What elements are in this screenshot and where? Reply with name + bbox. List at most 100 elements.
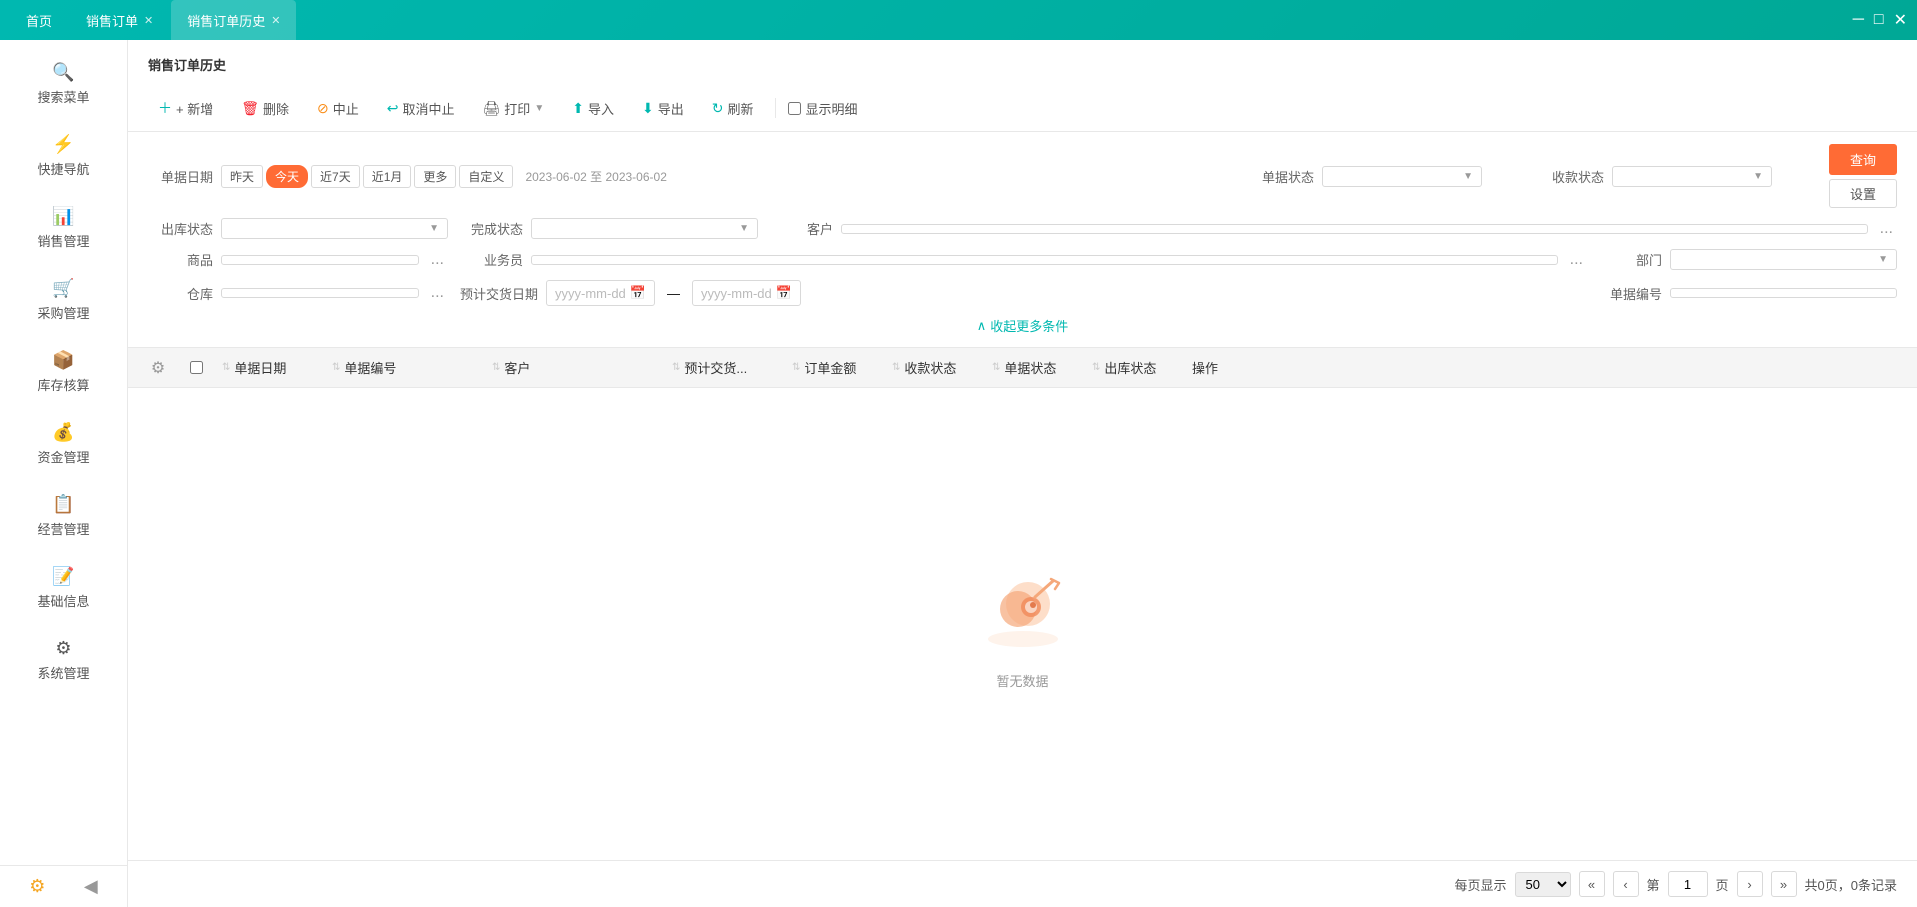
print-button[interactable]: 🖨 打印 ▼ bbox=[473, 94, 555, 123]
new-button[interactable]: ＋ + 新增 bbox=[148, 93, 223, 123]
col-delivery-status-header: ⇅ 出库状态 bbox=[1084, 358, 1184, 377]
export-icon: ⬇ bbox=[642, 100, 654, 117]
salesperson-input[interactable] bbox=[531, 255, 1558, 265]
delivery-status-select[interactable]: ▼ bbox=[221, 218, 448, 239]
close-tab-sales-order-history[interactable]: ✕ bbox=[271, 14, 280, 27]
close-tab-sales-order[interactable]: ✕ bbox=[144, 14, 153, 27]
search-menu-icon: 🔍 bbox=[52, 62, 74, 83]
filter-customer-section: 客户 ... bbox=[768, 219, 1897, 238]
department-chevron-icon: ▼ bbox=[1878, 254, 1888, 265]
page-label: 第 bbox=[1647, 875, 1660, 894]
empty-text: 暂无数据 bbox=[996, 671, 1048, 690]
date-btn-1month[interactable]: 近1月 bbox=[363, 165, 412, 188]
tab-sales-order[interactable]: 销售订单 ✕ bbox=[70, 0, 169, 40]
page-number-input[interactable] bbox=[1668, 871, 1708, 897]
sort-receipt-icon[interactable]: ⇅ bbox=[892, 362, 900, 373]
date-btn-today[interactable]: 今天 bbox=[266, 165, 308, 188]
date-btn-7days[interactable]: 近7天 bbox=[311, 165, 360, 188]
calendar-end-icon: 📅 bbox=[776, 285, 792, 301]
warehouse-dots[interactable]: ... bbox=[427, 284, 448, 302]
import-button[interactable]: ⬆ 导入 bbox=[562, 94, 624, 123]
sidebar-collapse-icon[interactable]: ◀ bbox=[84, 876, 98, 897]
date-btn-custom[interactable]: 自定义 bbox=[459, 165, 513, 188]
query-button[interactable]: 查询 bbox=[1829, 144, 1897, 175]
sidebar-item-business-mgmt[interactable]: 📋 经营管理 bbox=[6, 482, 121, 550]
table-header: ⚙ ⇅ 单据日期 ⇅ 单据编号 ⇅ 客户 ⇅ bbox=[128, 348, 1917, 388]
minimize-button[interactable]: ─ bbox=[1853, 11, 1864, 29]
print-dropdown-icon[interactable]: ▼ bbox=[534, 103, 544, 114]
sort-customer-icon[interactable]: ⇅ bbox=[492, 362, 500, 373]
sys-mgmt-icon: ⚙ bbox=[55, 638, 71, 659]
salesperson-dots[interactable]: ... bbox=[1566, 251, 1587, 269]
sidebar-item-sys-mgmt[interactable]: ⚙ 系统管理 bbox=[6, 626, 121, 694]
sidebar-item-quick-nav[interactable]: ⚡ 快捷导航 bbox=[6, 122, 121, 190]
sidebar-settings-icon[interactable]: ⚙ bbox=[29, 876, 45, 897]
receipt-status-chevron-icon: ▼ bbox=[1753, 171, 1763, 182]
warehouse-input[interactable] bbox=[221, 288, 419, 298]
sidebar-item-inventory[interactable]: 📦 库存核算 bbox=[6, 338, 121, 406]
goods-input[interactable] bbox=[221, 255, 419, 265]
cancel-stop-icon: ↩ bbox=[387, 100, 399, 117]
sales-mgmt-icon: 📊 bbox=[52, 206, 74, 227]
sidebar-bottom: ⚙ ◀ bbox=[0, 865, 127, 907]
sort-date-icon[interactable]: ⇅ bbox=[222, 362, 230, 373]
tab-home[interactable]: 首页 bbox=[10, 0, 68, 40]
date-btn-yesterday[interactable]: 昨天 bbox=[221, 165, 263, 188]
bill-status-select[interactable]: ▼ bbox=[1322, 166, 1482, 187]
complete-status-select[interactable]: ▼ bbox=[531, 218, 758, 239]
import-icon: ⬆ bbox=[572, 100, 584, 117]
customer-input[interactable] bbox=[841, 224, 1868, 234]
window-close-button[interactable]: ✕ bbox=[1894, 10, 1907, 30]
prev-page-button[interactable]: ‹ bbox=[1613, 871, 1639, 897]
delivery-date-end-input[interactable]: yyyy-mm-dd 📅 bbox=[692, 280, 801, 306]
display-toggle-checkbox[interactable] bbox=[788, 102, 801, 115]
sort-amount-icon[interactable]: ⇅ bbox=[792, 362, 800, 373]
maximize-button[interactable]: □ bbox=[1874, 11, 1884, 29]
goods-label: 商品 bbox=[148, 250, 213, 269]
window-controls: ─ □ ✕ bbox=[1853, 10, 1907, 30]
delete-icon: 🗑 bbox=[241, 100, 259, 117]
sidebar-item-capital-mgmt[interactable]: 💰 资金管理 bbox=[6, 410, 121, 478]
sidebar-item-search-menu[interactable]: 🔍 搜索菜单 bbox=[6, 50, 121, 118]
tab-sales-order-history[interactable]: 销售订单历史 ✕ bbox=[171, 0, 296, 40]
quick-nav-icon: ⚡ bbox=[52, 134, 74, 155]
select-all-checkbox[interactable] bbox=[190, 361, 203, 374]
print-icon: 🖨 bbox=[483, 100, 501, 117]
export-button[interactable]: ⬇ 导出 bbox=[632, 94, 694, 123]
page-title: 销售订单历史 bbox=[128, 40, 1917, 85]
sidebar-item-sales-mgmt[interactable]: 📊 销售管理 bbox=[6, 194, 121, 262]
filter-row-2: 出库状态 ▼ 完成状态 ▼ 客户 . bbox=[148, 218, 1897, 239]
next-page-button[interactable]: › bbox=[1737, 871, 1763, 897]
stop-button[interactable]: ⊘ 中止 bbox=[307, 94, 369, 123]
table-area: ⚙ ⇅ 单据日期 ⇅ 单据编号 ⇅ 客户 ⇅ bbox=[128, 348, 1917, 860]
delete-button[interactable]: 🗑 删除 bbox=[231, 94, 299, 123]
pagination: 每页显示 10 20 50 100 « ‹ 第 页 › » 共0页，0条记录 bbox=[128, 860, 1917, 907]
receipt-status-select[interactable]: ▼ bbox=[1612, 166, 1772, 187]
sort-bill-icon[interactable]: ⇅ bbox=[992, 362, 1000, 373]
sidebar-item-basic-info[interactable]: 📝 基础信息 bbox=[6, 554, 121, 622]
sort-delivery-status-icon[interactable]: ⇅ bbox=[1092, 362, 1100, 373]
page-size-select[interactable]: 10 20 50 100 bbox=[1515, 872, 1571, 897]
cancel-stop-button[interactable]: ↩ 取消中止 bbox=[377, 94, 465, 123]
page-size-label: 每页显示 bbox=[1454, 875, 1506, 894]
total-text: 共0页，0条记录 bbox=[1805, 875, 1897, 894]
sort-delivery-icon[interactable]: ⇅ bbox=[672, 362, 680, 373]
date-btn-more[interactable]: 更多 bbox=[414, 165, 456, 188]
collapse-button[interactable]: ∧ 收起更多条件 bbox=[148, 316, 1897, 335]
col-receipt-status-header: ⇅ 收款状态 bbox=[884, 358, 984, 377]
refresh-button[interactable]: ↻ 刷新 bbox=[702, 94, 764, 123]
department-select[interactable]: ▼ bbox=[1670, 249, 1897, 270]
filter-delivery-date-section: 预计交货日期 yyyy-mm-dd 📅 — yyyy-mm-dd 📅 bbox=[458, 280, 1587, 306]
bill-no-input[interactable] bbox=[1670, 288, 1897, 298]
table-settings-icon[interactable]: ⚙ bbox=[151, 358, 165, 378]
delivery-date-start-input[interactable]: yyyy-mm-dd 📅 bbox=[546, 280, 655, 306]
col-check bbox=[178, 361, 214, 374]
customer-dots[interactable]: ... bbox=[1876, 220, 1897, 238]
main-layout: 🔍 搜索菜单 ⚡ 快捷导航 📊 销售管理 🛒 采购管理 📦 库存核算 💰 资金管… bbox=[0, 40, 1917, 907]
goods-dots[interactable]: ... bbox=[427, 251, 448, 269]
last-page-button[interactable]: » bbox=[1771, 871, 1797, 897]
settings-filter-button[interactable]: 设置 bbox=[1829, 179, 1897, 208]
sort-no-icon[interactable]: ⇅ bbox=[332, 362, 340, 373]
first-page-button[interactable]: « bbox=[1579, 871, 1605, 897]
sidebar-item-purchase-mgmt[interactable]: 🛒 采购管理 bbox=[6, 266, 121, 334]
